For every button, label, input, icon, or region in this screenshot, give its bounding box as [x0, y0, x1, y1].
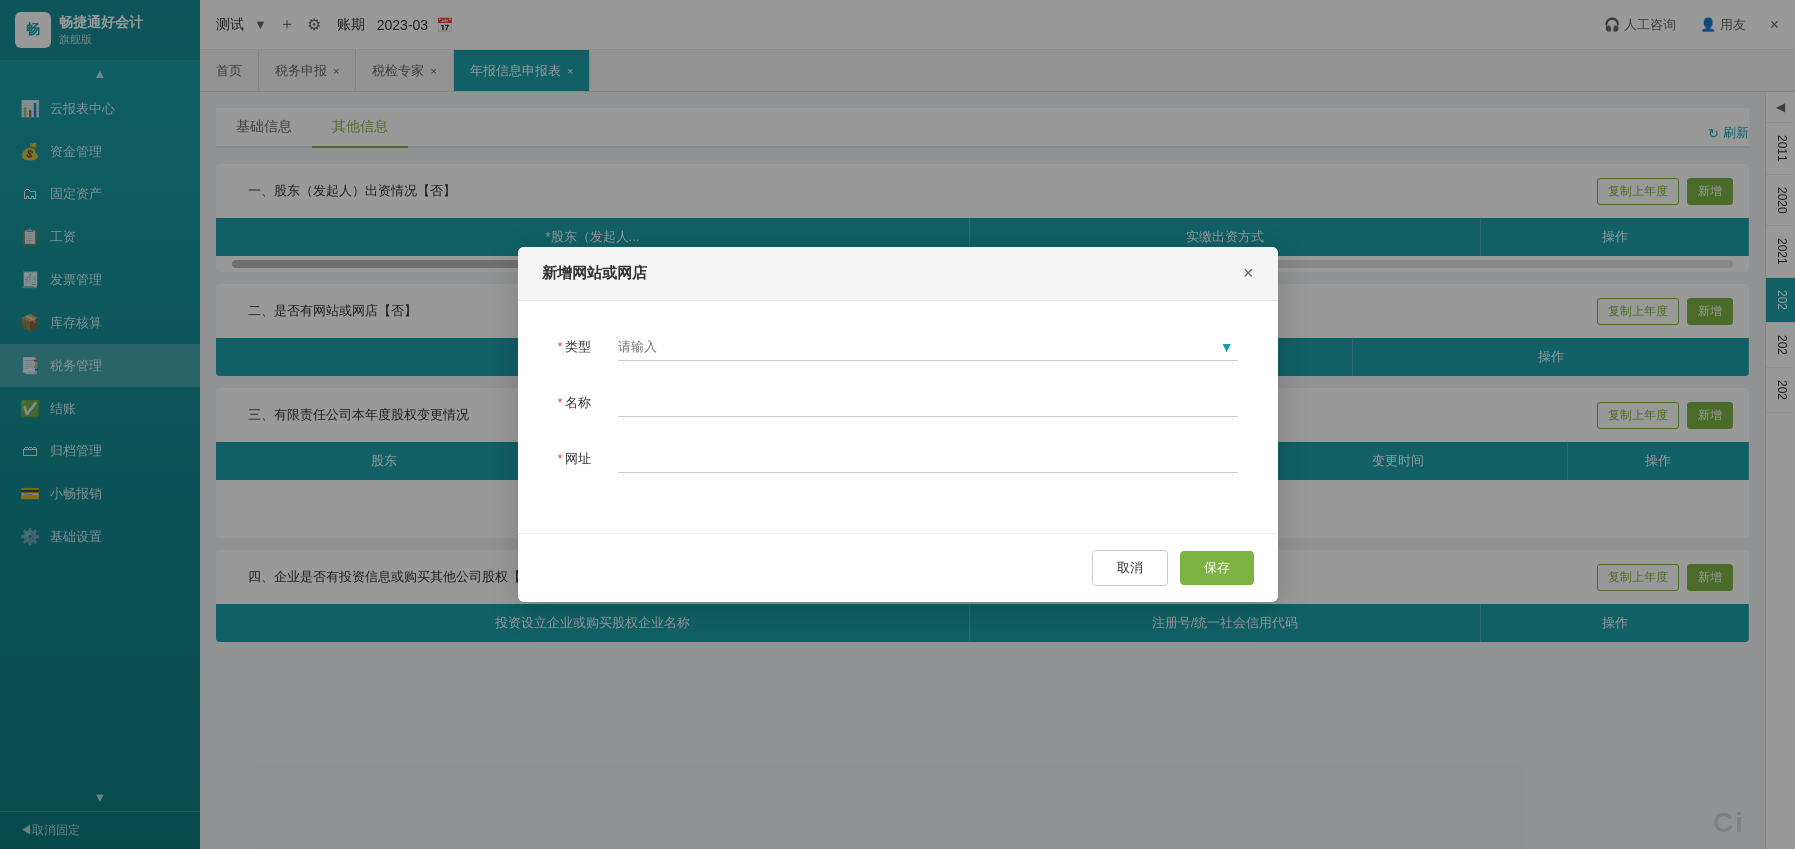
form-input-wrap-type: ▼	[618, 333, 1238, 361]
dialog-add-website: 新增网站或网店 × *类型 ▼ *名称	[518, 247, 1278, 602]
form-input-wrap-name	[618, 389, 1238, 417]
form-row-type: *类型 ▼	[558, 333, 1238, 361]
form-label-name: *名称	[558, 394, 618, 412]
form-row-name: *名称	[558, 389, 1238, 417]
dialog-header: 新增网站或网店 ×	[518, 247, 1278, 301]
dialog-footer: 取消 保存	[518, 533, 1278, 602]
form-label-type: *类型	[558, 338, 618, 356]
form-input-type[interactable]	[618, 333, 1238, 361]
form-input-name[interactable]	[618, 389, 1238, 417]
form-input-wrap-url	[618, 445, 1238, 473]
dialog-save-button[interactable]: 保存	[1180, 551, 1254, 585]
form-row-url: *网址	[558, 445, 1238, 473]
dialog-cancel-button[interactable]: 取消	[1092, 550, 1168, 586]
dialog-title: 新增网站或网店	[542, 264, 647, 283]
dialog-overlay: 新增网站或网店 × *类型 ▼ *名称	[0, 0, 1795, 849]
dialog-close-button[interactable]: ×	[1243, 263, 1254, 284]
dropdown-arrow-icon[interactable]: ▼	[1220, 339, 1234, 355]
form-label-url: *网址	[558, 450, 618, 468]
dialog-body: *类型 ▼ *名称 *网址	[518, 301, 1278, 533]
form-input-url[interactable]	[618, 445, 1238, 473]
